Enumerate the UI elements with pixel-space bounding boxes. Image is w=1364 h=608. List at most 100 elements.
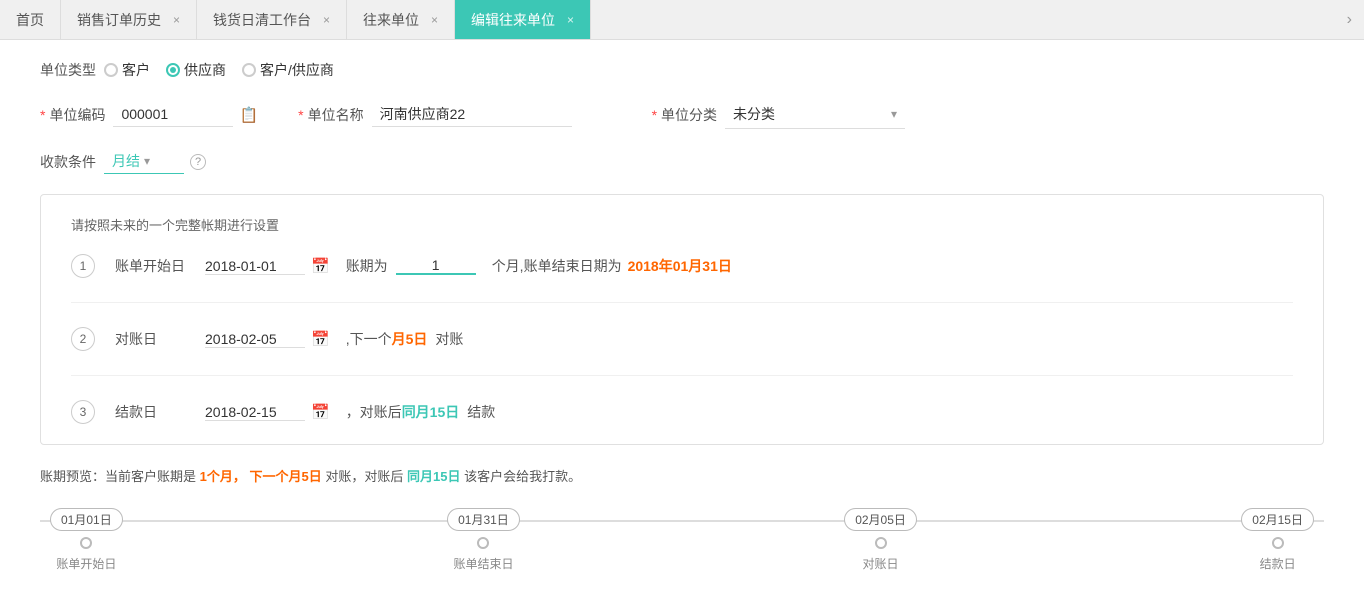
payment-same-month-highlight: 同月15日 — [402, 402, 460, 422]
timeline-node-4: 02月15日 结款日 — [1241, 508, 1314, 572]
radio-customer-circle — [104, 63, 118, 77]
period-input[interactable] — [396, 257, 476, 275]
timeline-dot-1 — [80, 537, 92, 549]
row-label-payment: 结款日 — [115, 402, 185, 422]
section-title: 请按照未来的一个完整帐期进行设置 — [71, 215, 1293, 234]
timeline: 01月01日 账单开始日 01月31日 账单结束日 02月05日 对账日 02月… — [40, 508, 1324, 572]
timeline-label-1: 账单开始日 — [56, 555, 116, 572]
row-number-1: 1 — [71, 254, 95, 278]
preview-label: 账期预览：当前客户账期是 — [40, 469, 196, 484]
timeline-date-2: 01月31日 — [447, 508, 520, 531]
unit-type-row: 单位类型 客户 供应商 客户/供应商 — [40, 60, 1324, 80]
preview-suffix: 该客户会给我打款。 — [464, 469, 581, 484]
timeline-label-4: 结款日 — [1260, 555, 1296, 572]
tab-close-cash-work[interactable]: × — [323, 13, 330, 27]
row3-prefix: ，对账后 — [346, 402, 402, 422]
preview-reconcile-day: 下一个月5日 — [250, 469, 322, 484]
collect-condition-chevron: ▾ — [144, 154, 150, 168]
radio-both-label: 客户/供应商 — [260, 60, 334, 80]
payment-date-cal-icon[interactable]: 📅 — [311, 403, 330, 421]
row1-month: 个月,账单结束日期为 — [492, 256, 622, 276]
timeline-date-3: 02月05日 — [844, 508, 917, 531]
unit-name-star: * — [298, 107, 303, 123]
timeline-node-3: 02月05日 对账日 — [844, 508, 917, 572]
radio-customer-label: 客户 — [122, 60, 150, 80]
unit-code-label: 单位编码 — [49, 105, 105, 125]
tab-edit-partner[interactable]: 编辑往来单位 × — [455, 0, 591, 39]
collect-condition-value: 月结 — [112, 151, 140, 171]
tab-home[interactable]: 首页 — [0, 0, 61, 39]
unit-category-field: * 单位分类 未分类 ▾ — [652, 100, 905, 129]
period-settings-section: 请按照未来的一个完整帐期进行设置 1 账单开始日 📅 账期为 个月,账单结束日期… — [40, 194, 1324, 445]
unit-code-star: * — [40, 107, 45, 123]
unit-code-input[interactable] — [113, 102, 233, 127]
timeline-dot-2 — [477, 537, 489, 549]
start-date-input[interactable] — [205, 258, 305, 275]
row-number-3: 3 — [71, 400, 95, 424]
unit-category-value: 未分类 — [733, 104, 887, 124]
unit-category-select[interactable]: 未分类 ▾ — [725, 100, 905, 129]
timeline-date-4: 02月15日 — [1241, 508, 1314, 531]
radio-both-circle — [242, 63, 256, 77]
end-date-highlight: 2018年01月31日 — [628, 256, 732, 276]
tabs-bar: 首页 销售订单历史 × 钱货日清工作台 × 往来单位 × 编辑往来单位 × › — [0, 0, 1364, 40]
row-reconcile-date: 2 对账日 📅 ,下一个 月5日 对账 — [71, 327, 1293, 376]
help-icon[interactable]: ? — [190, 154, 206, 170]
row3-suffix: 结款 — [467, 402, 495, 422]
row2-suffix: 对账 — [435, 329, 463, 349]
tab-close-partner[interactable]: × — [431, 13, 438, 27]
unit-category-star: * — [652, 107, 657, 123]
unit-info-row: * 单位编码 📋 * 单位名称 * 单位分类 未分类 ▾ — [40, 100, 1324, 129]
tab-expand-button[interactable]: › — [1335, 0, 1364, 39]
radio-supplier-label: 供应商 — [184, 60, 226, 80]
timeline-label-3: 对账日 — [863, 555, 899, 572]
collect-condition-row: 收款条件 月结 ▾ ? — [40, 149, 1324, 174]
tab-cash-work[interactable]: 钱货日清工作台 × — [197, 0, 347, 39]
timeline-label-2: 账单结束日 — [453, 555, 513, 572]
radio-both[interactable]: 客户/供应商 — [242, 60, 334, 80]
tab-close-edit-partner[interactable]: × — [567, 13, 574, 27]
unit-name-field: * 单位名称 — [298, 102, 571, 127]
tab-partner[interactable]: 往来单位 × — [347, 0, 455, 39]
reconcile-date-cal-icon[interactable]: 📅 — [311, 330, 330, 348]
row-payment-date: 3 结款日 📅 ，对账后 同月15日 结款 — [71, 400, 1293, 424]
preview-bar: 账期预览：当前客户账期是 1个月， 下一个月5日 对账，对账后 同月15日 该客… — [40, 465, 1324, 488]
unit-type-field: 单位类型 客户 供应商 客户/供应商 — [40, 60, 334, 80]
row-label-start: 账单开始日 — [115, 256, 185, 276]
row-start-date: 1 账单开始日 📅 账期为 个月,账单结束日期为 2018年01月31日 — [71, 254, 1293, 303]
unit-name-label: 单位名称 — [308, 105, 364, 125]
collect-condition-select[interactable]: 月结 ▾ — [104, 149, 184, 174]
radio-supplier-circle — [166, 63, 180, 77]
unit-category-chevron: ▾ — [891, 107, 897, 121]
preview-mid: 对账，对账后 — [325, 469, 403, 484]
unit-code-copy-icon[interactable]: 📋 — [239, 106, 258, 124]
unit-category-label: 单位分类 — [661, 105, 717, 125]
timeline-date-1: 01月01日 — [50, 508, 123, 531]
row-number-2: 2 — [71, 327, 95, 351]
collect-condition-label: 收款条件 — [40, 152, 96, 172]
tab-close-sales-history[interactable]: × — [173, 13, 180, 27]
payment-date-input[interactable] — [205, 404, 305, 421]
preview-months: 1个月， — [200, 469, 246, 484]
radio-supplier[interactable]: 供应商 — [166, 60, 226, 80]
tab-sales-history[interactable]: 销售订单历史 × — [61, 0, 197, 39]
unit-code-field: * 单位编码 📋 — [40, 102, 258, 127]
reconcile-date-input[interactable] — [205, 331, 305, 348]
row2-prefix: ,下一个 — [346, 329, 392, 349]
row-label-reconcile: 对账日 — [115, 329, 185, 349]
timeline-node-1: 01月01日 账单开始日 — [50, 508, 123, 572]
radio-customer[interactable]: 客户 — [104, 60, 150, 80]
collect-condition-field: 收款条件 月结 ▾ ? — [40, 149, 206, 174]
unit-type-label: 单位类型 — [40, 60, 96, 80]
main-content: 单位类型 客户 供应商 客户/供应商 * 单位编码 — [0, 40, 1364, 608]
timeline-nodes: 01月01日 账单开始日 01月31日 账单结束日 02月05日 对账日 02月… — [50, 508, 1314, 572]
unit-name-input[interactable] — [372, 102, 572, 127]
timeline-dot-3 — [875, 537, 887, 549]
reconcile-next-highlight: 月5日 — [392, 329, 428, 349]
unit-type-radio-group: 客户 供应商 客户/供应商 — [104, 60, 334, 80]
preview-payment-day: 同月15日 — [407, 469, 460, 484]
row1-prefix: 账期为 — [346, 256, 388, 276]
start-date-cal-icon[interactable]: 📅 — [311, 257, 330, 275]
timeline-node-2: 01月31日 账单结束日 — [447, 508, 520, 572]
timeline-dot-4 — [1272, 537, 1284, 549]
